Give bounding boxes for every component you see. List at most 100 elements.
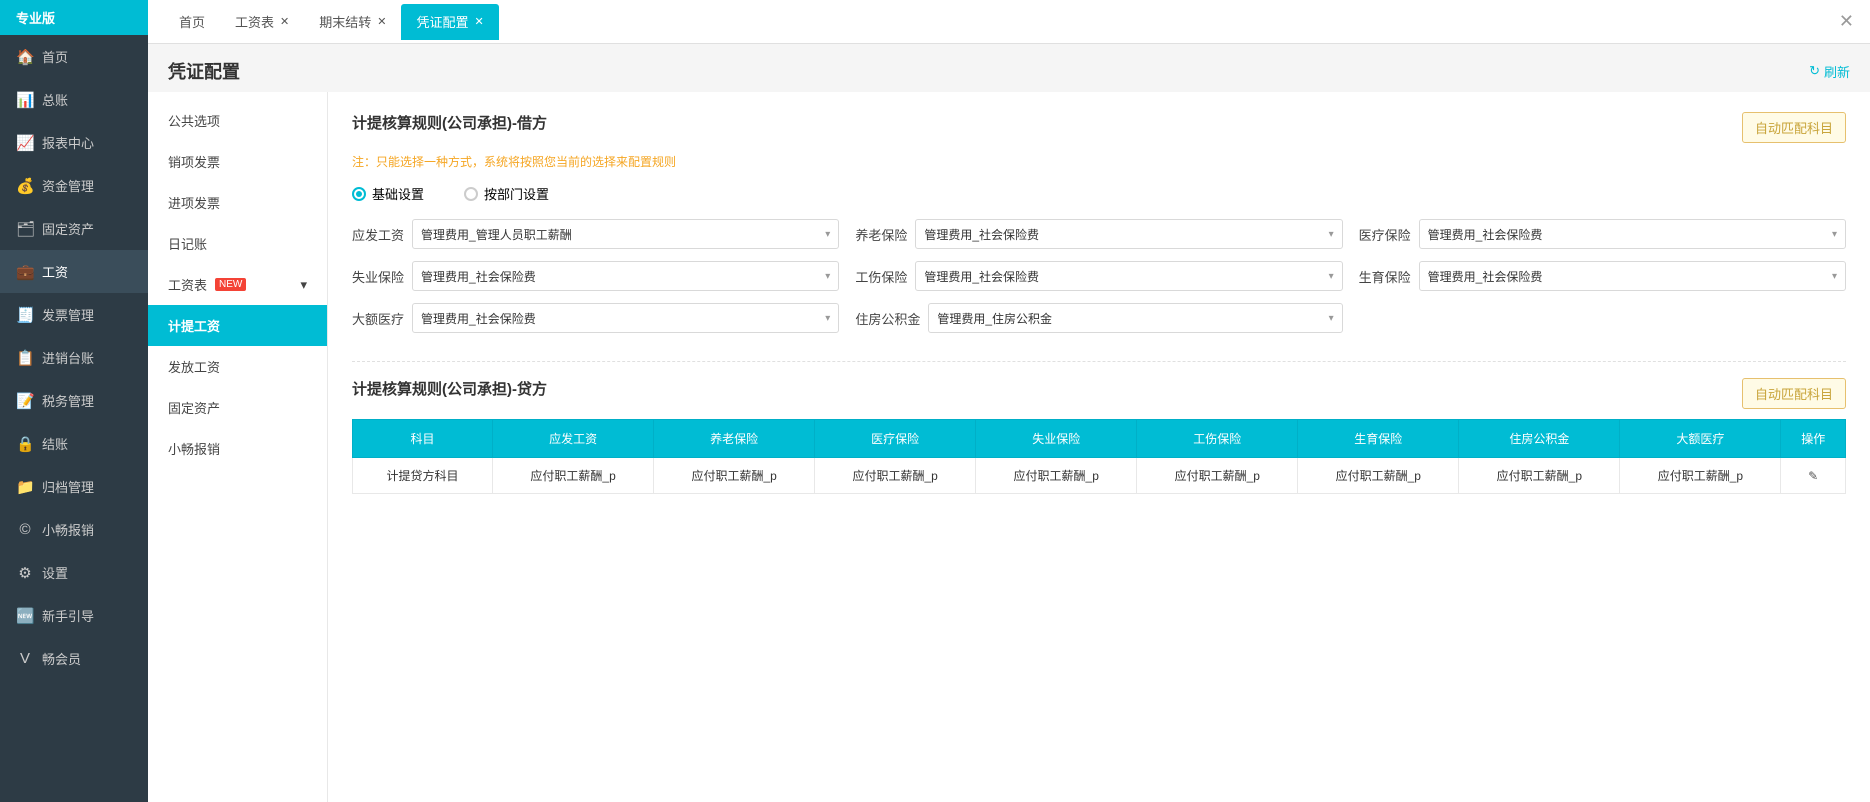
select-yang-lao[interactable]: 管理费用_社会保险费 ▾: [915, 219, 1342, 249]
tab-period-close-btn[interactable]: ✕: [377, 15, 386, 28]
sidebar: 专业版 🏠 首页 📊 总账 📈 报表中心 💰 资金管理 🗂 固定资产 💼 工资 …: [0, 0, 148, 802]
sidebar-label-close: 结账: [42, 434, 68, 453]
left-nav-journal[interactable]: 日记账: [148, 223, 327, 264]
guide-icon: 🆕: [16, 607, 34, 625]
left-nav-xiaochang-expense[interactable]: 小畅报销: [148, 428, 327, 469]
left-nav-fixed-assets[interactable]: 固定资产: [148, 387, 327, 428]
left-nav-accrual-salary[interactable]: 计提工资: [148, 305, 327, 346]
td-action[interactable]: ✎: [1781, 458, 1846, 494]
select-shi-ye[interactable]: 管理费用_社会保险费 ▾: [412, 261, 839, 291]
credit-section-header: 计提核算规则(公司承担)-贷方 自动匹配科目: [352, 378, 1846, 409]
left-nav-journal-label: 日记账: [168, 234, 207, 253]
th-subject: 科目: [353, 420, 493, 458]
sidebar-item-archive[interactable]: 📁 归档管理: [0, 465, 148, 508]
sidebar-item-ledger[interactable]: 📊 总账: [0, 78, 148, 121]
report-icon: 📈: [16, 134, 34, 152]
sidebar-item-guide[interactable]: 🆕 新手引导: [0, 594, 148, 637]
sidebar-label-archive: 归档管理: [42, 477, 94, 496]
select-yi-liao[interactable]: 管理费用_社会保险费 ▾: [1419, 219, 1846, 249]
sidebar-label-asset: 固定资产: [42, 219, 94, 238]
left-nav-public[interactable]: 公共选项: [148, 100, 327, 141]
tab-salary-table[interactable]: 工资表 ✕: [220, 4, 304, 40]
credit-section-title: 计提核算规则(公司承担)-贷方: [352, 378, 547, 399]
select-da-e[interactable]: 管理费用_社会保险费 ▾: [412, 303, 839, 333]
settings-icon: ⚙: [16, 564, 34, 582]
sidebar-item-xiaochang[interactable]: © 小畅报销: [0, 508, 148, 551]
credit-table-header: 科目 应发工资 养老保险 医疗保险 失业保险 工伤保险 生育保险 住房公积金 大…: [353, 420, 1846, 458]
home-icon: 🏠: [16, 48, 34, 66]
left-nav-accrual-label: 计提工资: [168, 316, 220, 335]
edit-row-icon[interactable]: ✎: [1808, 469, 1818, 483]
left-nav-sales-invoice[interactable]: 销项发票: [148, 141, 327, 182]
tab-voucher-config[interactable]: 凭证配置 ✕: [401, 4, 498, 40]
sidebar-item-close[interactable]: 🔒 结账: [0, 422, 148, 465]
sidebar-item-home[interactable]: 🏠 首页: [0, 35, 148, 78]
th-da-e: 大额医疗: [1620, 420, 1781, 458]
td-ying-fa: 应付职工薪酬_p: [493, 458, 654, 494]
sidebar-item-settings[interactable]: ⚙ 设置: [0, 551, 148, 594]
left-nav-salary-table[interactable]: 工资表 NEW ▾: [148, 264, 327, 305]
sidebar-label-fund: 资金管理: [42, 176, 94, 195]
select-zhu-fang-chevron: ▾: [1329, 313, 1334, 324]
label-yi-liao: 医疗保险: [1359, 225, 1411, 244]
right-content: 计提核算规则(公司承担)-借方 自动匹配科目 注：只能选择一种方式，系统将按照您…: [328, 92, 1870, 802]
refresh-button[interactable]: ↻ 刷新: [1809, 62, 1850, 81]
field-sheng-yu: 生育保险 管理费用_社会保险费 ▾: [1359, 261, 1846, 291]
td-subject: 计提贷方科目: [353, 458, 493, 494]
radio-basic[interactable]: 基础设置: [352, 184, 424, 203]
window-close-btn[interactable]: ✕: [1839, 11, 1854, 32]
sidebar-label-settings: 设置: [42, 563, 68, 582]
debit-radio-group: 基础设置 按部门设置: [352, 184, 1846, 203]
debit-fields-row1: 应发工资 管理费用_管理人员职工薪酬 ▾ 养老保险 管理费用_社会保险费 ▾: [352, 219, 1846, 249]
select-zhu-fang-value: 管理费用_住房公积金: [937, 310, 1052, 327]
field-zhu-fang: 住房公积金 管理费用_住房公积金 ▾: [855, 303, 1342, 333]
th-shi-ye: 失业保险: [976, 420, 1137, 458]
select-da-e-value: 管理费用_社会保险费: [421, 310, 536, 327]
tab-home-label: 首页: [179, 12, 205, 31]
label-zhu-fang: 住房公积金: [855, 309, 920, 328]
close-account-icon: 🔒: [16, 435, 34, 453]
sidebar-item-vip[interactable]: V 畅会员: [0, 637, 148, 680]
credit-auto-match-button[interactable]: 自动匹配科目: [1742, 378, 1846, 409]
app-edition: 专业版: [0, 0, 148, 35]
left-nav-pay-salary[interactable]: 发放工资: [148, 346, 327, 387]
select-sheng-yu[interactable]: 管理费用_社会保险费 ▾: [1419, 261, 1846, 291]
debit-auto-match-button[interactable]: 自动匹配科目: [1742, 112, 1846, 143]
select-zhu-fang[interactable]: 管理费用_住房公积金 ▾: [928, 303, 1342, 333]
tab-home[interactable]: 首页: [164, 4, 220, 40]
sidebar-item-asset[interactable]: 🗂 固定资产: [0, 207, 148, 250]
table-row: 计提贷方科目 应付职工薪酬_p 应付职工薪酬_p 应付职工薪酬_p 应付职工薪酬…: [353, 458, 1846, 494]
sidebar-label-guide: 新手引导: [42, 606, 94, 625]
credit-table: 科目 应发工资 养老保险 医疗保险 失业保险 工伤保险 生育保险 住房公积金 大…: [352, 419, 1846, 494]
label-gong-shang: 工伤保险: [855, 267, 907, 286]
tab-voucher-close[interactable]: ✕: [475, 15, 484, 28]
select-ying-fa-value: 管理费用_管理人员职工薪酬: [421, 226, 572, 243]
label-da-e: 大额医疗: [352, 309, 404, 328]
sidebar-item-report[interactable]: 📈 报表中心: [0, 121, 148, 164]
left-nav-purchase-label: 进项发票: [168, 193, 220, 212]
label-yang-lao: 养老保险: [855, 225, 907, 244]
tab-salary-close[interactable]: ✕: [280, 15, 289, 28]
radio-department[interactable]: 按部门设置: [464, 184, 549, 203]
ledger-icon: 📊: [16, 91, 34, 109]
sidebar-item-tax[interactable]: 📝 税务管理: [0, 379, 148, 422]
field-da-e: 大额医疗 管理费用_社会保险费 ▾: [352, 303, 839, 333]
select-gong-shang[interactable]: 管理费用_社会保险费 ▾: [915, 261, 1342, 291]
left-nav-purchase-invoice[interactable]: 进项发票: [148, 182, 327, 223]
select-da-e-chevron: ▾: [825, 313, 830, 324]
new-badge: NEW: [215, 278, 246, 291]
sidebar-item-invoice[interactable]: 🧾 发票管理: [0, 293, 148, 336]
td-sheng-yu: 应付职工薪酬_p: [1298, 458, 1459, 494]
left-nav-assets-label: 固定资产: [168, 398, 220, 417]
salary-icon: 💼: [16, 263, 34, 281]
tab-period-close[interactable]: 期末结转 ✕: [304, 4, 401, 40]
sidebar-item-salary[interactable]: 💼 工资: [0, 250, 148, 293]
left-nav-sales-label: 销项发票: [168, 152, 220, 171]
sidebar-item-stockbook[interactable]: 📋 进销台账: [0, 336, 148, 379]
select-gong-shang-value: 管理费用_社会保险费: [924, 268, 1039, 285]
select-ying-fa[interactable]: 管理费用_管理人员职工薪酬 ▾: [412, 219, 839, 249]
sidebar-label-tax: 税务管理: [42, 391, 94, 410]
sidebar-item-fund[interactable]: 💰 资金管理: [0, 164, 148, 207]
refresh-label: 刷新: [1824, 62, 1850, 81]
select-sheng-yu-value: 管理费用_社会保险费: [1428, 268, 1543, 285]
